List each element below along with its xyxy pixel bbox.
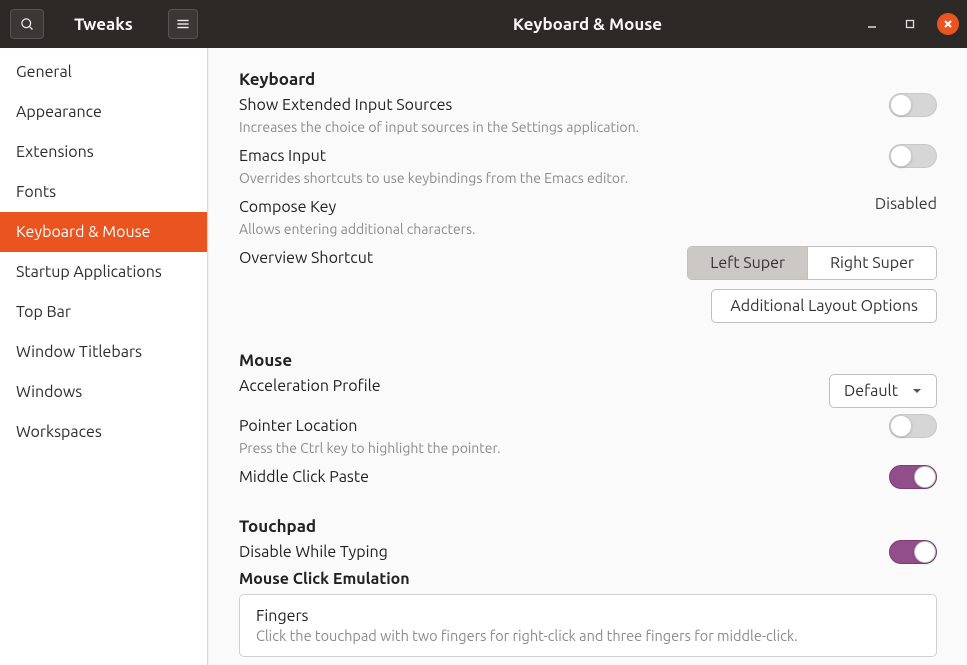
compose-key-label: Compose Key	[239, 195, 855, 219]
pointer-location-toggle[interactable]	[889, 414, 937, 438]
sidebar-item-extensions[interactable]: Extensions	[0, 132, 207, 172]
search-icon	[20, 17, 35, 32]
show-extended-toggle[interactable]	[889, 93, 937, 117]
pointer-location-desc: Press the Ctrl key to highlight the poin…	[239, 438, 869, 459]
show-extended-label: Show Extended Input Sources	[239, 93, 869, 117]
overview-shortcut-label: Overview Shortcut	[239, 246, 667, 270]
page-title: Keyboard & Mouse	[208, 15, 967, 34]
chevron-down-icon	[912, 386, 922, 396]
close-icon	[943, 19, 953, 29]
section-title-touchpad: Touchpad	[239, 517, 937, 536]
emulation-fingers-desc: Click the touchpad with two fingers for …	[256, 627, 920, 644]
middle-click-paste-label: Middle Click Paste	[239, 465, 869, 489]
overview-shortcut-segmented: Left Super Right Super	[687, 246, 937, 280]
accel-profile-value: Default	[844, 382, 898, 400]
section-title-keyboard: Keyboard	[239, 70, 937, 89]
pointer-location-label: Pointer Location	[239, 414, 869, 438]
disable-while-typing-label: Disable While Typing	[239, 540, 869, 564]
maximize-button[interactable]	[899, 13, 921, 35]
compose-key-value[interactable]: Disabled	[875, 195, 937, 213]
accel-profile-label: Acceleration Profile	[239, 374, 809, 398]
sidebar-item-general[interactable]: General	[0, 52, 207, 92]
app-title: Tweaks	[39, 15, 168, 34]
hamburger-icon	[176, 17, 190, 31]
additional-layout-options-button[interactable]: Additional Layout Options	[711, 289, 937, 323]
compose-key-desc: Allows entering additional characters.	[239, 219, 855, 240]
overview-shortcut-right-super[interactable]: Right Super	[807, 247, 936, 279]
sidebar-item-fonts[interactable]: Fonts	[0, 172, 207, 212]
section-title-mouse: Mouse	[239, 351, 937, 370]
mouse-click-emulation-title: Mouse Click Emulation	[239, 570, 937, 588]
disable-while-typing-toggle[interactable]	[889, 540, 937, 564]
emacs-input-desc: Overrides shortcuts to use keybindings f…	[239, 168, 869, 189]
sidebar-item-keyboard-mouse[interactable]: Keyboard & Mouse	[0, 212, 207, 252]
sidebar-item-windows[interactable]: Windows	[0, 372, 207, 412]
sidebar-item-appearance[interactable]: Appearance	[0, 92, 207, 132]
sidebar-item-workspaces[interactable]: Workspaces	[0, 412, 207, 452]
hamburger-menu-button[interactable]	[168, 9, 198, 39]
titlebar: Tweaks Keyboard & Mouse	[0, 0, 967, 48]
close-button[interactable]	[937, 13, 959, 35]
emulation-fingers-label: Fingers	[256, 607, 920, 625]
emulation-option-fingers[interactable]: Fingers Click the touchpad with two fing…	[239, 594, 937, 657]
overview-shortcut-left-super[interactable]: Left Super	[688, 247, 807, 279]
content-area: Keyboard Show Extended Input Sources Inc…	[208, 48, 967, 665]
sidebar-item-window-titlebars[interactable]: Window Titlebars	[0, 332, 207, 372]
emacs-input-label: Emacs Input	[239, 144, 869, 168]
emacs-input-toggle[interactable]	[889, 144, 937, 168]
sidebar-item-top-bar[interactable]: Top Bar	[0, 292, 207, 332]
sidebar: GeneralAppearanceExtensionsFontsKeyboard…	[0, 48, 208, 665]
sidebar-item-startup-applications[interactable]: Startup Applications	[0, 252, 207, 292]
maximize-icon	[905, 19, 915, 29]
accel-profile-dropdown[interactable]: Default	[829, 374, 937, 408]
show-extended-desc: Increases the choice of input sources in…	[239, 117, 869, 138]
minimize-button[interactable]	[861, 13, 883, 35]
minimize-icon	[867, 19, 877, 29]
middle-click-paste-toggle[interactable]	[889, 465, 937, 489]
